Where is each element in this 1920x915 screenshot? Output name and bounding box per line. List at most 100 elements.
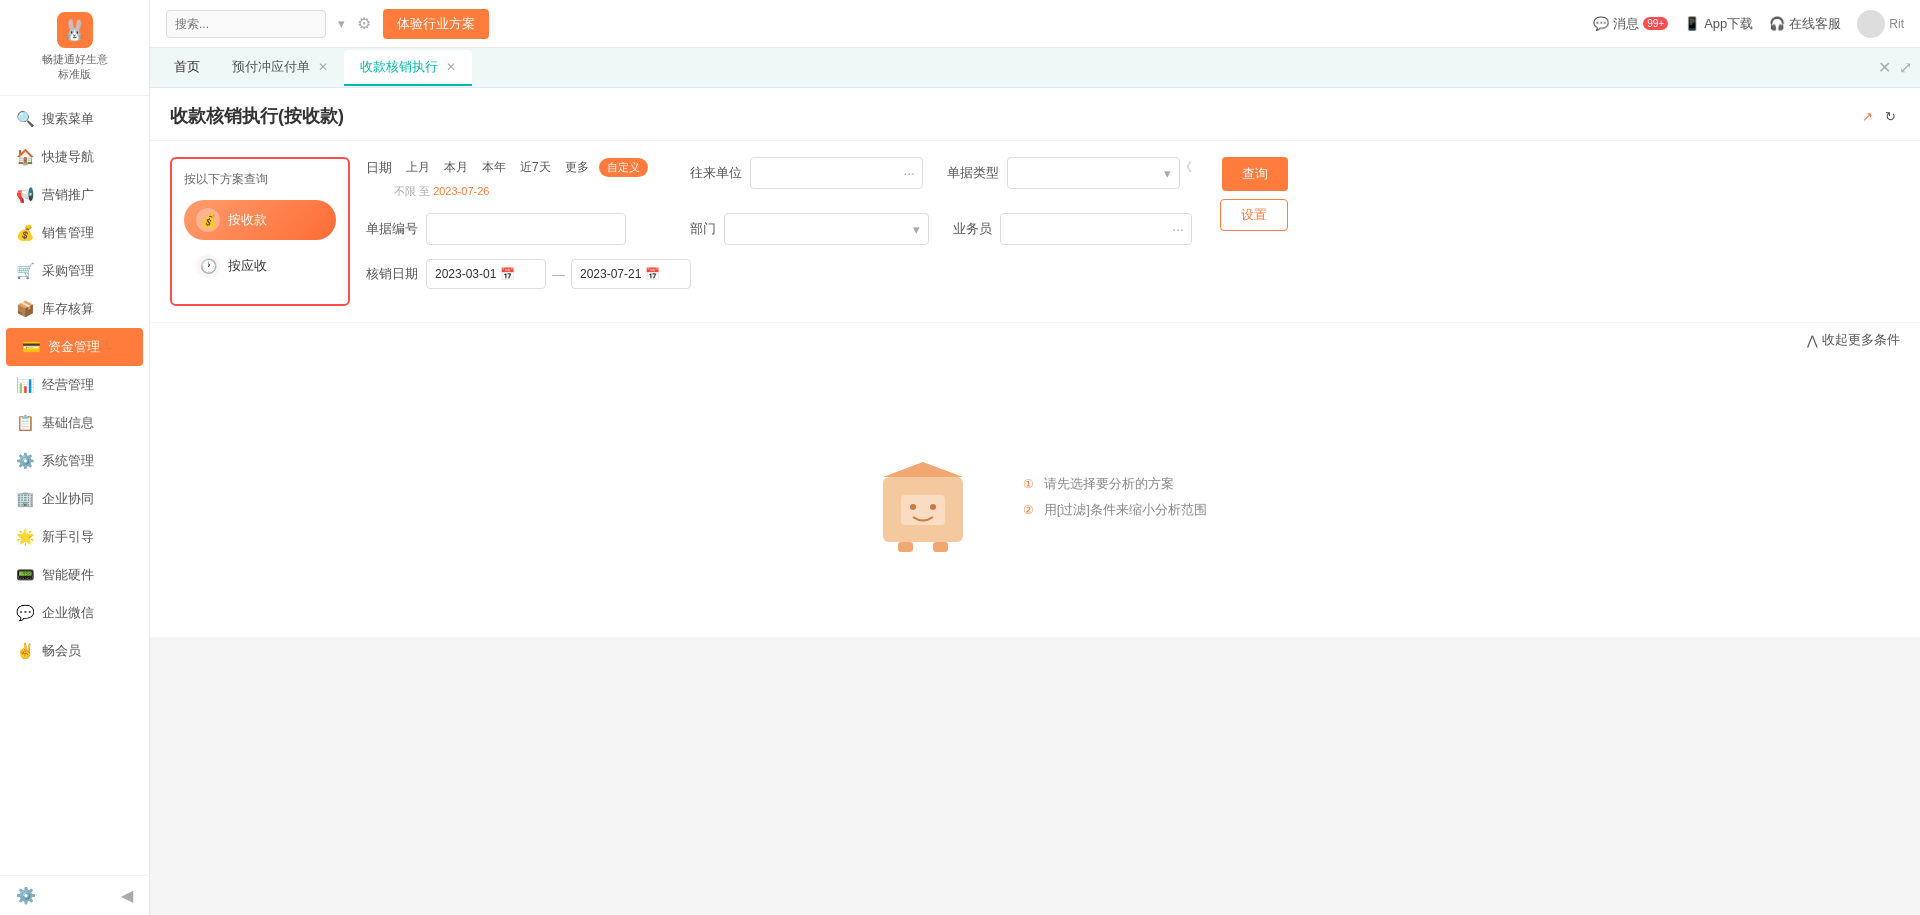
collapse-more-label: 收起更多条件 xyxy=(1822,331,1900,349)
filter-option-receipt[interactable]: 💰 按收款 xyxy=(184,200,336,240)
sidebar-item-marketing[interactable]: 📢营销推广 xyxy=(0,176,149,214)
content-area: 收款核销执行(按收款) ↗ ↻ xyxy=(150,88,1920,915)
page-header: 收款核销执行(按收款) ↗ ↻ xyxy=(150,88,1920,141)
tab-home[interactable]: 首页 xyxy=(158,50,216,86)
doc-no-label: 单据编号 xyxy=(366,220,418,238)
tab-collection-label: 收款核销执行 xyxy=(360,58,438,76)
sidebar-item-system[interactable]: ⚙️系统管理 xyxy=(0,442,149,480)
filter-action-buttons: 查询 设置 xyxy=(1212,141,1308,322)
topbar: ▾ ⚙ 体验行业方案 💬 消息 99+ 📱 App下载 🎧 在线客服 Rit xyxy=(150,0,1920,48)
finance-icon: 💳 xyxy=(22,338,40,356)
close-prepay-tab-icon[interactable]: ✕ xyxy=(318,60,328,74)
refresh-button[interactable]: ↻ xyxy=(1885,109,1900,124)
date-last-7days[interactable]: 近7天 xyxy=(516,157,555,178)
tab-prepay-label: 预付冲应付单 xyxy=(232,58,310,76)
sidebar-label-marketing: 营销推广 xyxy=(42,186,94,204)
settings-gear-icon[interactable]: ⚙ xyxy=(357,14,371,33)
tab-collection[interactable]: 收款核销执行 ✕ xyxy=(344,50,472,86)
sidebar-item-purchase[interactable]: 🛒采购管理 xyxy=(0,252,149,290)
sidebar-item-enterprise[interactable]: 🏢企业协同 xyxy=(0,480,149,518)
sidebar-item-quicknav[interactable]: 🏠 快捷导航 xyxy=(0,138,149,176)
cal-to-icon[interactable]: 📅 xyxy=(645,267,660,281)
doc-type-select[interactable]: ▾ xyxy=(1007,157,1180,189)
sidebar-item-guide[interactable]: 🌟新手引导 xyxy=(0,518,149,556)
settings-icon[interactable]: ⚙️ xyxy=(16,886,36,905)
set-button[interactable]: 设置 xyxy=(1220,199,1288,231)
online-service-item[interactable]: 🎧 在线客服 xyxy=(1769,15,1841,33)
basic-icon: 📋 xyxy=(16,414,34,432)
date-this-month[interactable]: 本月 xyxy=(440,157,472,178)
search-input[interactable] xyxy=(166,10,326,38)
filter-fields: 《 日期 上月 本月 本年 近7天 xyxy=(366,157,1192,306)
sidebar-item-operation[interactable]: 📊经营管理 xyxy=(0,366,149,404)
sidebar-label-quicknav: 快捷导航 xyxy=(42,148,94,166)
date-more[interactable]: 更多 xyxy=(561,157,593,178)
sidebar-item-finance[interactable]: 💳资金管理 xyxy=(6,328,143,366)
sidebar-label-enterprise: 企业协同 xyxy=(42,490,94,508)
close-window-icon[interactable]: ✕ xyxy=(1878,58,1891,77)
writeoff-to-input[interactable]: 2023-07-21 📅 xyxy=(571,259,691,289)
receipt-icon: 💰 xyxy=(196,208,220,232)
hardware-icon: 📟 xyxy=(16,566,34,584)
doc-no-input[interactable] xyxy=(426,213,626,245)
sidebar-item-basic[interactable]: 📋基础信息 xyxy=(0,404,149,442)
cal-from-icon[interactable]: 📅 xyxy=(500,267,515,281)
sidebar-item-member[interactable]: ✌️畅会员 xyxy=(0,632,149,670)
search-chevron-icon[interactable]: ▾ xyxy=(338,16,345,31)
svg-rect-5 xyxy=(898,542,913,552)
message-badge: 99+ xyxy=(1643,17,1668,30)
sidebar-item-hardware[interactable]: 📟智能硬件 xyxy=(0,556,149,594)
export-icon: ↗ xyxy=(1862,109,1873,124)
member-icon: ✌️ xyxy=(16,642,34,660)
collapse-more-area: ⋀ 收起更多条件 xyxy=(150,322,1920,357)
partner-input[interactable] xyxy=(750,157,923,189)
filter-option-receivable-label: 按应收 xyxy=(228,257,267,275)
app-logo-text: 畅捷通好生意 标准版 xyxy=(42,52,108,83)
app-download-item[interactable]: 📱 App下载 xyxy=(1684,15,1753,33)
date-label: 日期 xyxy=(366,159,392,177)
dept-chevron-icon: ▾ xyxy=(913,222,920,237)
sidebar-logo: 🐰 畅捷通好生意 标准版 xyxy=(0,0,149,96)
dept-select[interactable]: ▾ xyxy=(724,213,929,245)
user-avatar[interactable]: Rit xyxy=(1857,10,1904,38)
date-nolimit-label: 不限 xyxy=(394,185,416,197)
writeoff-from-value: 2023-03-01 xyxy=(435,267,496,281)
writeoff-from-input[interactable]: 2023-03-01 📅 xyxy=(426,259,546,289)
filter-option-receipt-label: 按收款 xyxy=(228,211,267,229)
message-item[interactable]: 💬 消息 99+ xyxy=(1593,15,1668,33)
salesperson-input[interactable] xyxy=(1000,213,1192,245)
maximize-window-icon[interactable]: ⤢ xyxy=(1899,58,1912,77)
filter-option-receivable[interactable]: 🕐 按应收 xyxy=(184,246,336,286)
message-icon: 💬 xyxy=(1593,16,1609,31)
close-collection-tab-icon[interactable]: ✕ xyxy=(446,60,456,74)
date-range-separator: — xyxy=(552,267,565,282)
sidebar-item-wechat[interactable]: 💬企业微信 xyxy=(0,594,149,632)
date-last-month[interactable]: 上月 xyxy=(402,157,434,178)
sidebar-item-search[interactable]: 🔍搜索菜单 xyxy=(0,100,149,138)
collapse-panel-button[interactable]: 《 xyxy=(1180,159,1192,176)
collapse-sidebar-icon[interactable]: ◀ xyxy=(121,886,133,905)
writeoff-date-label: 核销日期 xyxy=(366,265,418,283)
salesperson-dots-icon[interactable]: ··· xyxy=(1172,221,1184,237)
inventory-icon: 📦 xyxy=(16,300,34,318)
empty-svg xyxy=(863,437,983,557)
tab-prepay[interactable]: 预付冲应付单 ✕ xyxy=(216,50,344,86)
sidebar-item-inventory[interactable]: 📦库存核算 xyxy=(0,290,149,328)
sidebar-nav: 🔍搜索菜单 🏠 快捷导航 📢营销推广💰销售管理🛒采购管理📦库存核算💳资金管理📊经营管理… xyxy=(0,96,149,875)
partner-dots-icon[interactable]: ··· xyxy=(903,165,915,181)
collapse-more-button[interactable]: ⋀ 收起更多条件 xyxy=(1807,331,1900,349)
date-custom[interactable]: 自定义 xyxy=(599,158,648,177)
date-to-label: 至 xyxy=(419,185,433,197)
quicknav-icon: 🏠 xyxy=(16,148,34,166)
export-button[interactable]: ↗ xyxy=(1862,109,1877,124)
query-button[interactable]: 查询 xyxy=(1222,157,1288,191)
purchase-icon: 🛒 xyxy=(16,262,34,280)
salesperson-label: 业务员 xyxy=(953,220,992,238)
doc-type-chevron-icon: ▾ xyxy=(1164,166,1171,181)
solution-button[interactable]: 体验行业方案 xyxy=(383,9,489,39)
topbar-left: ▾ ⚙ 体验行业方案 xyxy=(166,9,489,39)
search-icon: 🔍 xyxy=(16,110,34,128)
sidebar-item-sales[interactable]: 💰销售管理 xyxy=(0,214,149,252)
svg-point-3 xyxy=(910,504,916,510)
date-this-year[interactable]: 本年 xyxy=(478,157,510,178)
